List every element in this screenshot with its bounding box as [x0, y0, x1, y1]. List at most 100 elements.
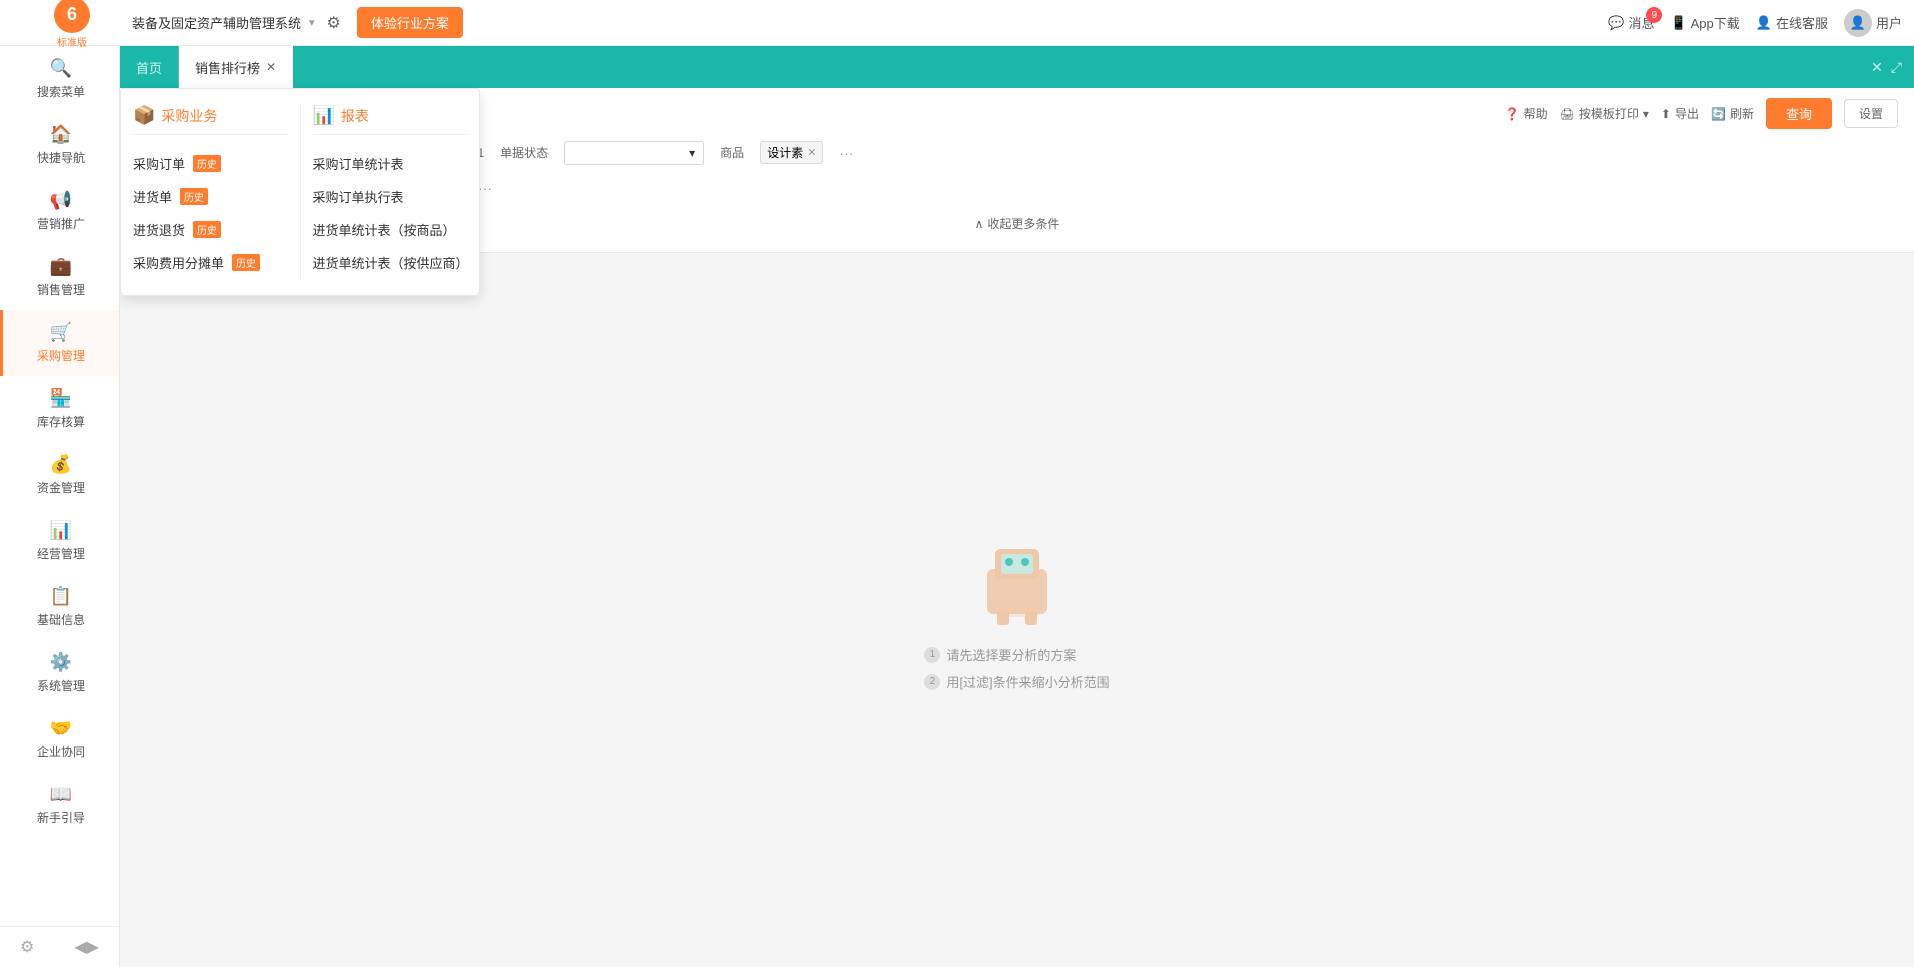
- sidebar-item-basicinfo[interactable]: 📋 基础信息: [0, 574, 119, 640]
- tab-home-label: 首页: [136, 58, 162, 77]
- collapse-sidebar-icon[interactable]: ◀▶: [74, 937, 99, 957]
- empty-illustration: [957, 529, 1077, 629]
- sidebar-item-search[interactable]: 🔍 搜索菜单: [0, 46, 119, 112]
- service-icon: 👤: [1756, 15, 1772, 31]
- sidebar-item-label-enterprise: 企业协同: [37, 743, 85, 760]
- sidebar-item-label-finance: 资金管理: [37, 479, 85, 496]
- sidebar-item-finance[interactable]: 💰 资金管理: [0, 442, 119, 508]
- doc-status-arrow: ▾: [689, 146, 695, 160]
- goods-receipt-item[interactable]: 进货单 历史: [133, 180, 288, 213]
- marketing-icon: 📢: [50, 190, 72, 211]
- sidebar-item-label-system: 系统管理: [37, 677, 85, 694]
- user-item[interactable]: 👤 用户: [1844, 9, 1902, 37]
- main-layout: 🔍 搜索菜单 🏠 快捷导航 📢 营销推广 💼 销售管理 🛒 采购管理 🏪 库存核…: [0, 46, 1914, 967]
- purchase-order-item[interactable]: 采购订单 历史: [133, 147, 288, 180]
- system-title-area: 装备及固定资产辅助管理系统 ▾ ⚙ 体验行业方案: [132, 7, 1608, 38]
- empty-hint-1: 1 请先选择要分析的方案: [924, 645, 1109, 664]
- app-download-label: App下载: [1691, 13, 1740, 32]
- goods-stat-by-product-label: 进货单统计表（按商品）: [313, 220, 456, 239]
- system-icon: ⚙️: [50, 652, 72, 673]
- product-label: 商品: [720, 144, 744, 161]
- online-service-label: 在线客服: [1776, 13, 1828, 32]
- notification-item[interactable]: 💬 消息 9: [1608, 13, 1654, 32]
- purchase-order-label: 采购订单: [133, 154, 185, 173]
- content-area: 首页 销售排行榜 ✕ ✕ ⤢ 📦 采购业务 采购订单: [120, 46, 1914, 967]
- history-badge-3: 历史: [193, 221, 221, 238]
- history-badge-1: 历史: [193, 155, 221, 172]
- hint-text-2: 用[过滤]条件来缩小分析范围: [946, 672, 1109, 691]
- sales-icon: 💼: [50, 256, 72, 277]
- tab-close-icon[interactable]: ✕: [266, 60, 276, 74]
- goods-stat-by-supplier-item[interactable]: 进货单统计表（按供应商）: [313, 246, 468, 279]
- customer-more-icon[interactable]: ···: [478, 180, 492, 196]
- system-title: 装备及固定资产辅助管理系统: [132, 13, 301, 32]
- refresh-label: 刷新: [1730, 105, 1754, 122]
- collapse-label: 收起更多条件: [987, 215, 1059, 232]
- empty-hint-2: 2 用[过滤]条件来缩小分析范围: [924, 672, 1109, 691]
- newbie-icon: 📖: [50, 784, 72, 805]
- tab-home[interactable]: 首页: [120, 46, 179, 88]
- sidebar-item-inventory[interactable]: 🏪 库存核算: [0, 376, 119, 442]
- sidebar-item-system[interactable]: ⚙️ 系统管理: [0, 640, 119, 706]
- sidebar-item-nav[interactable]: 🏠 快捷导航: [0, 112, 119, 178]
- sidebar-item-label-search: 搜索菜单: [37, 83, 85, 100]
- settings-bottom-icon[interactable]: ⚙: [20, 937, 34, 957]
- export-label: 导出: [1675, 105, 1699, 122]
- refresh-item[interactable]: 🔄 刷新: [1711, 105, 1754, 122]
- notification-badge: 9: [1646, 7, 1662, 23]
- inventory-icon: 🏪: [50, 388, 72, 409]
- sidebar-item-label-inventory: 库存核算: [37, 413, 85, 430]
- empty-state: 1 请先选择要分析的方案 2 用[过滤]条件来缩小分析范围: [120, 253, 1914, 967]
- online-service-item[interactable]: 👤 在线客服: [1756, 13, 1828, 32]
- refresh-icon: 🔄: [1711, 107, 1726, 121]
- help-label: 帮助: [1524, 105, 1548, 122]
- report-col-header: 📊 报表: [313, 105, 468, 135]
- sidebar-item-label-basicinfo: 基础信息: [37, 611, 85, 628]
- product-more-icon[interactable]: ···: [839, 145, 853, 161]
- tab-expand-icon[interactable]: ⤢: [1891, 59, 1902, 76]
- operation-icon: 📊: [50, 520, 72, 541]
- enterprise-icon: 🤝: [50, 718, 72, 739]
- sidebar-item-sales[interactable]: 💼 销售管理: [0, 244, 119, 310]
- goods-stat-by-product-item[interactable]: 进货单统计表（按商品）: [313, 213, 468, 246]
- logo-text: 标准版: [57, 34, 87, 49]
- search-icon: 🔍: [50, 58, 72, 79]
- tab-sales-rank-label: 销售排行榜: [195, 58, 260, 77]
- dropdown-arrow-icon[interactable]: ▾: [309, 16, 315, 29]
- tab-bar: 首页 销售排行榜 ✕ ✕ ⤢ 📦 采购业务 采购订单: [120, 46, 1914, 88]
- sidebar-item-marketing[interactable]: 📢 营销推广: [0, 178, 119, 244]
- product-tag-close[interactable]: ✕: [807, 146, 816, 159]
- help-item[interactable]: ❓ 帮助: [1505, 105, 1548, 122]
- user-avatar: 👤: [1844, 9, 1872, 37]
- purchase-expense-item[interactable]: 采购费用分摊单 历史: [133, 246, 288, 279]
- industry-btn[interactable]: 体验行业方案: [357, 7, 463, 38]
- goods-return-item[interactable]: 进货退货 历史: [133, 213, 288, 246]
- sidebar-item-operation[interactable]: 📊 经营管理: [0, 508, 119, 574]
- sidebar-item-label-operation: 经营管理: [37, 545, 85, 562]
- sidebar-item-purchase[interactable]: 🛒 采购管理: [0, 310, 119, 376]
- purchase-order-exec-item[interactable]: 采购订单执行表: [313, 180, 468, 213]
- product-tag-text: 设计素: [767, 144, 803, 161]
- print-item[interactable]: 🖨 按模板打印 ▾: [1560, 105, 1649, 122]
- settings-icon[interactable]: ⚙: [327, 13, 341, 33]
- doc-status-label: 单据状态: [500, 144, 548, 161]
- history-badge-2: 历史: [180, 188, 208, 205]
- tab-sales-rank[interactable]: 销售排行榜 ✕: [179, 46, 293, 88]
- export-icon: ⬆: [1661, 107, 1671, 121]
- phone-icon: 📱: [1670, 15, 1686, 31]
- query-button[interactable]: 查询: [1766, 98, 1832, 129]
- print-arrow-icon: ▾: [1643, 107, 1649, 121]
- sidebar-item-label-newbie: 新手引导: [37, 809, 85, 826]
- sidebar-item-newbie[interactable]: 📖 新手引导: [0, 772, 119, 838]
- export-item[interactable]: ⬆ 导出: [1661, 105, 1699, 122]
- purchase-order-stat-item[interactable]: 采购订单统计表: [313, 147, 468, 180]
- collapse-up-icon: ∧: [975, 217, 984, 231]
- settings-small-btn[interactable]: 设置: [1844, 99, 1898, 128]
- tab-close-all-icon[interactable]: ✕: [1871, 59, 1883, 76]
- top-right: 💬 消息 9 📱 App下载 👤 在线客服 👤 用户: [1608, 9, 1902, 37]
- sidebar-item-enterprise[interactable]: 🤝 企业协同: [0, 706, 119, 772]
- report-col-icon: 📊: [313, 105, 335, 126]
- doc-status-select[interactable]: ▾: [564, 141, 704, 165]
- print-icon: 🖨: [1560, 107, 1575, 121]
- app-download-item[interactable]: 📱 App下载: [1670, 13, 1739, 32]
